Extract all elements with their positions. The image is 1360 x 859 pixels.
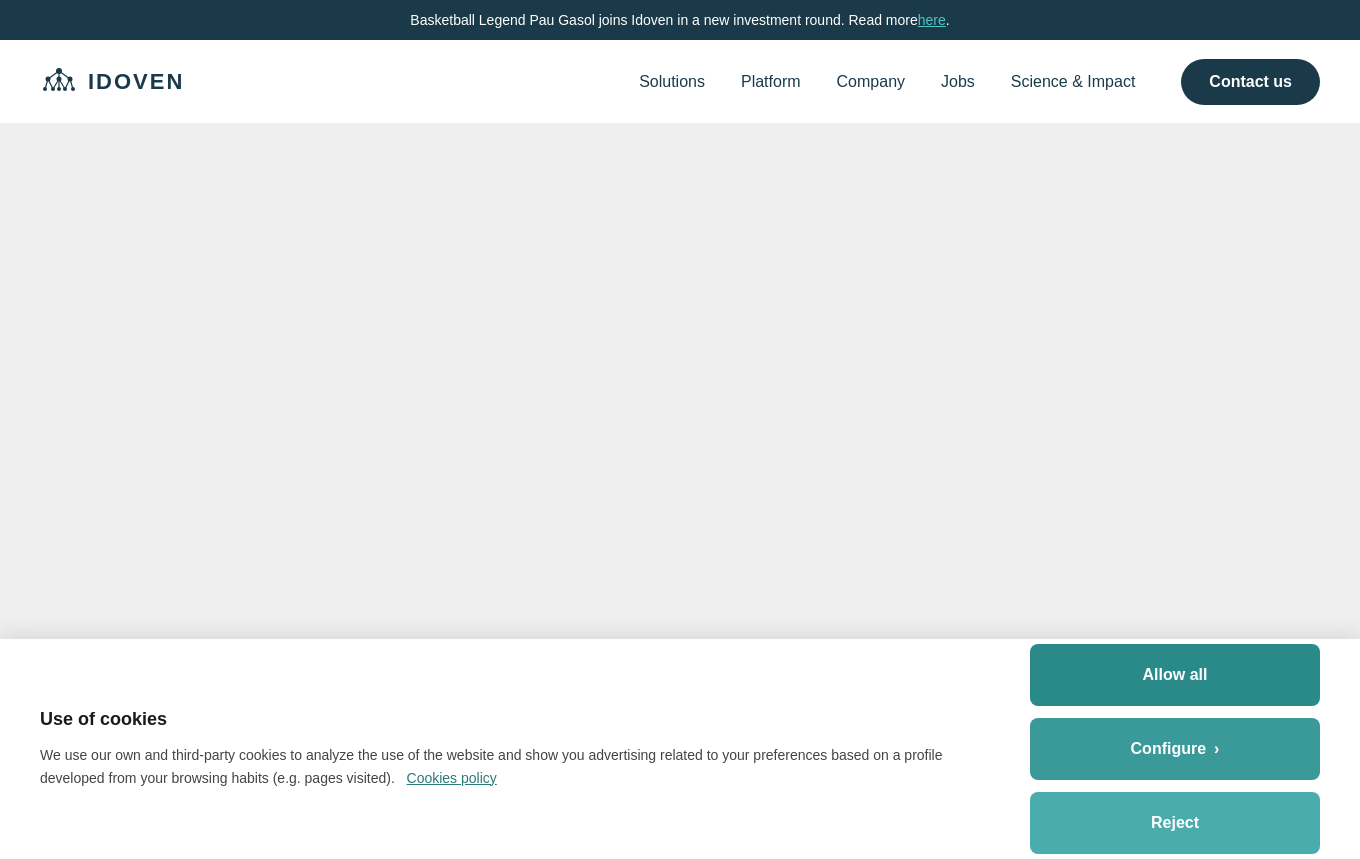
navbar: IDOVEN Solutions Platform Company Jobs S… [0,40,1360,123]
cookie-banner: Use of cookies We use our own and third-… [0,639,1360,859]
allow-all-button[interactable]: Allow all [1030,644,1320,706]
announcement-text: Basketball Legend Pau Gasol joins Idoven… [410,12,917,28]
reject-button[interactable]: Reject [1030,792,1320,854]
configure-label: Configure [1131,740,1207,758]
nav-item-platform[interactable]: Platform [741,73,801,91]
nav-item-jobs[interactable]: Jobs [941,73,975,91]
announcement-link[interactable]: here [918,12,946,28]
nav-item-science-impact[interactable]: Science & Impact [1011,73,1136,91]
svg-line-17 [65,79,70,89]
contact-us-button[interactable]: Contact us [1181,59,1320,105]
nav-item-company[interactable]: Company [837,73,905,91]
cookie-buttons: Allow all Configure › Reject [1030,644,1320,854]
configure-button[interactable]: Configure › [1030,718,1320,780]
chevron-right-icon: › [1214,740,1219,758]
cookie-text-section: Use of cookies We use our own and third-… [40,709,1020,789]
main-content [0,123,1360,639]
announcement-bar: Basketball Legend Pau Gasol joins Idoven… [0,0,1360,40]
nav-item-solutions[interactable]: Solutions [639,73,705,91]
logo-text: IDOVEN [88,69,184,95]
cookie-description: We use our own and third-party cookies t… [40,744,980,789]
logo[interactable]: IDOVEN [40,63,184,101]
announcement-suffix: . [946,12,950,28]
logo-icon [40,63,78,101]
svg-line-13 [48,79,53,89]
nav-links: Solutions Platform Company Jobs Science … [639,59,1320,105]
cookie-title: Use of cookies [40,709,980,730]
cookie-policy-link[interactable]: Cookies policy [407,770,497,786]
